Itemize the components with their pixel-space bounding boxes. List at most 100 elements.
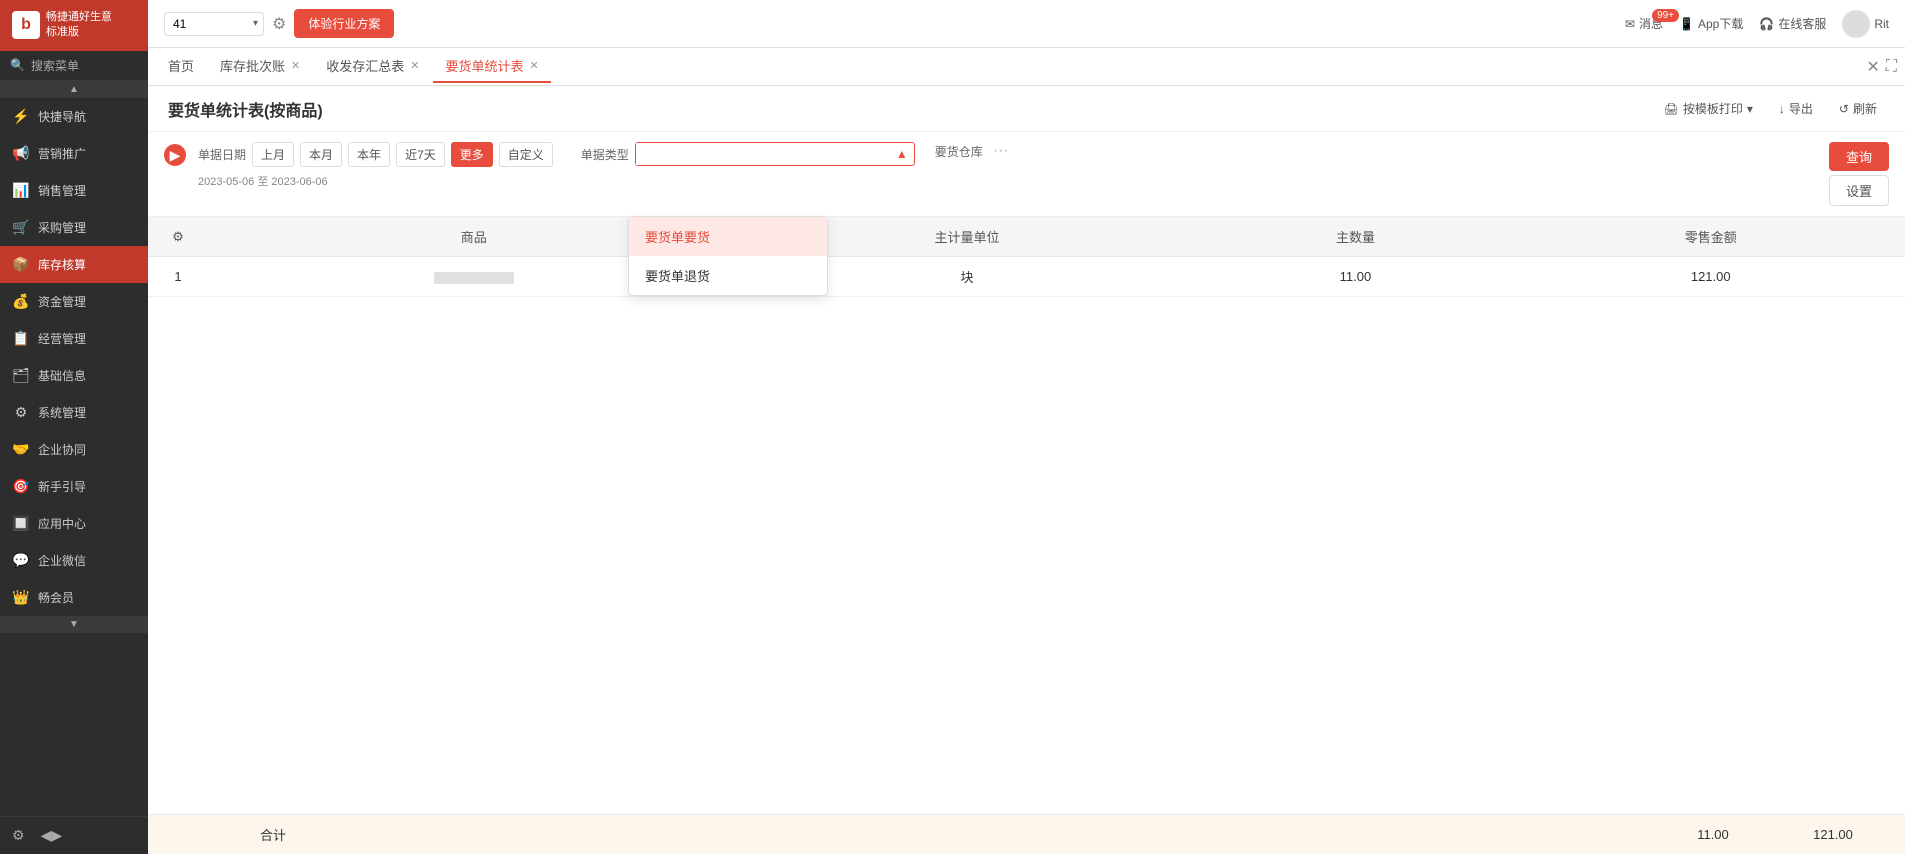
sidebar-item-guide[interactable]: 🎯 新手引导 — [0, 468, 148, 505]
sidebar-item-basic[interactable]: 🗂 基础信息 — [0, 357, 148, 394]
date-btn-this-year[interactable]: 本年 — [348, 142, 390, 167]
sidebar-item-label: 企业协同 — [38, 441, 86, 458]
tab-close-btn[interactable]: ✕ — [410, 59, 419, 72]
sales-icon: 📊 — [12, 182, 30, 199]
sidebar-item-label: 资金管理 — [38, 293, 86, 310]
sidebar-item-finance[interactable]: 💰 资金管理 — [0, 283, 148, 320]
app-download-label: App下载 — [1698, 15, 1743, 32]
online-service-item[interactable]: 🎧 在线客服 — [1759, 15, 1826, 32]
date-btn-this-month[interactable]: 本月 — [300, 142, 342, 167]
warehouse-more-btn[interactable]: ··· — [989, 142, 1013, 160]
query-btn[interactable]: 查询 — [1829, 142, 1889, 171]
marketing-icon: 📢 — [12, 145, 30, 162]
tab-close-btn[interactable]: ✕ — [291, 59, 300, 72]
topbar-right: ✉ 99+ 消息 📱 App下载 🎧 在线客服 Rit — [1625, 10, 1889, 38]
collapse-icon[interactable]: ◀▶ — [41, 827, 63, 844]
filter-expand-btn[interactable]: ▶ — [164, 144, 186, 166]
sidebar-item-inventory[interactable]: 📦 库存核算 — [0, 246, 148, 283]
cell-amount: 121.00 — [1516, 257, 1905, 297]
dropdown-item-order-return[interactable]: 要货单退货 — [629, 256, 827, 295]
table-container: ⚙ 商品 主计量单位 主数量 零售金额 1 块 — [148, 217, 1905, 814]
tab-receivable-summary[interactable]: 收发存汇总表 ✕ — [314, 50, 431, 83]
date-btn-last-7-days[interactable]: 近7天 — [396, 142, 445, 167]
tab-label: 收发存汇总表 — [326, 56, 404, 75]
content-area: 要货单统计表(按商品) 🖨 按模板打印 ▾ ↓ 导出 ↺ 刷新 ▶ — [148, 86, 1905, 854]
tab-label: 要货单统计表 — [445, 56, 523, 75]
sidebar-item-purchase[interactable]: 🛒 采购管理 — [0, 209, 148, 246]
app-download-item[interactable]: 📱 App下载 — [1679, 15, 1743, 32]
date-range-display: 2023-05-06 至 2023-06-06 — [198, 173, 553, 189]
refresh-btn[interactable]: ↺ 刷新 — [1831, 96, 1885, 121]
sidebar-item-system[interactable]: ⚙ 系统管理 — [0, 394, 148, 431]
online-service-label: 在线客服 — [1778, 15, 1826, 32]
footer-qty: 11.00 — [1653, 827, 1773, 842]
col-settings-icon[interactable]: ⚙ — [172, 229, 184, 244]
type-chevron-icon[interactable]: ▲ — [890, 143, 914, 165]
filter-type-row: 单据类型 ▲ — [581, 142, 915, 166]
filter-date-group: 单据日期 上月 本月 本年 近7天 更多 自定义 2023-05-06 至 20… — [198, 142, 553, 189]
dropdown-item-order-goods[interactable]: 要货单要货 — [629, 217, 827, 256]
app-download-icon: 📱 — [1679, 17, 1694, 31]
tab-home[interactable]: 首页 — [156, 50, 206, 83]
settings-btn[interactable]: 设置 — [1829, 175, 1889, 206]
sidebar-item-label: 库存核算 — [38, 256, 86, 273]
logo-text: 畅捷通好生意 标准版 — [46, 10, 112, 41]
print-chevron-icon: ▾ — [1747, 102, 1753, 116]
page-title: 要货单统计表(按商品) — [168, 97, 323, 121]
type-input[interactable] — [636, 143, 890, 165]
apps-icon: 🔲 — [12, 515, 30, 532]
sidebar-item-label: 采购管理 — [38, 219, 86, 236]
sidebar-item-wechat[interactable]: 💬 企业微信 — [0, 542, 148, 579]
sidebar-item-label: 畅会员 — [38, 589, 74, 606]
main-area: ▾ ⚙ 体验行业方案 ✉ 99+ 消息 📱 App下载 🎧 在线客服 Rit — [148, 0, 1905, 854]
sidebar-item-vip[interactable]: 👑 畅会员 — [0, 579, 148, 616]
user-item[interactable]: Rit — [1842, 10, 1889, 38]
type-dropdown: 要货单要货 要货单退货 — [628, 216, 828, 296]
sidebar-search[interactable]: 🔍 搜索菜单 — [0, 51, 148, 81]
print-template-btn[interactable]: 🖨 按模板打印 ▾ — [1656, 96, 1761, 121]
settings-icon[interactable]: ⚙ — [12, 827, 25, 844]
sidebar-item-label: 企业微信 — [38, 552, 86, 569]
company-select[interactable] — [164, 12, 264, 36]
print-label: 按模板打印 — [1683, 100, 1743, 117]
date-btn-last-month[interactable]: 上月 — [252, 142, 294, 167]
logo-icon: b — [12, 11, 40, 39]
sidebar-item-sales[interactable]: 📊 销售管理 — [0, 172, 148, 209]
sidebar-item-label: 应用中心 — [38, 515, 86, 532]
demo-btn[interactable]: 体验行业方案 — [294, 9, 394, 38]
tab-label: 首页 — [168, 56, 194, 75]
system-icon: ⚙ — [12, 404, 30, 421]
vip-icon: 👑 — [12, 589, 30, 606]
tabs-bar: 首页 库存批次账 ✕ 收发存汇总表 ✕ 要货单统计表 ✕ ✕ ⛶ — [148, 48, 1905, 86]
date-btn-more[interactable]: 更多 — [451, 142, 493, 167]
message-item[interactable]: ✉ 99+ 消息 — [1625, 15, 1663, 32]
tab-close-btn[interactable]: ✕ — [530, 59, 539, 72]
search-label: 搜索菜单 — [31, 57, 79, 74]
search-icon: 🔍 — [10, 58, 25, 72]
page-header: 要货单统计表(按商品) 🖨 按模板打印 ▾ ↓ 导出 ↺ 刷新 — [148, 86, 1905, 132]
inventory-icon: 📦 — [12, 256, 30, 273]
topbar: ▾ ⚙ 体验行业方案 ✉ 99+ 消息 📱 App下载 🎧 在线客服 Rit — [148, 0, 1905, 48]
tab-order-stats[interactable]: 要货单统计表 ✕ — [433, 50, 550, 83]
sidebar-item-marketing[interactable]: 📢 营销推广 — [0, 135, 148, 172]
export-btn[interactable]: ↓ 导出 — [1771, 96, 1821, 121]
sidebar-item-operations[interactable]: 📋 经营管理 — [0, 320, 148, 357]
sidebar-scroll-up[interactable]: ▲ — [0, 81, 148, 98]
sidebar: b 畅捷通好生意 标准版 🔍 搜索菜单 ▲ ⚡ 快捷导航 📢 营销推广 📊 销售… — [0, 0, 148, 854]
col-settings[interactable]: ⚙ — [148, 217, 208, 257]
tab-close-all-btn[interactable]: ✕ — [1866, 57, 1879, 77]
sidebar-item-enterprise[interactable]: 🤝 企业协同 — [0, 431, 148, 468]
sidebar-item-shortcuts[interactable]: ⚡ 快捷导航 — [0, 98, 148, 135]
topbar-gear-icon[interactable]: ⚙ — [272, 14, 286, 34]
sidebar-scroll-down[interactable]: ▼ — [0, 616, 148, 633]
tab-expand-btn[interactable]: ⛶ — [1886, 58, 1897, 76]
date-btn-custom[interactable]: 自定义 — [499, 142, 553, 167]
tab-inventory-batch[interactable]: 库存批次账 ✕ — [208, 50, 312, 83]
sidebar-item-apps[interactable]: 🔲 应用中心 — [0, 505, 148, 542]
topbar-select-wrap: ▾ — [164, 12, 264, 36]
table-footer: 合计 11.00 121.00 — [148, 814, 1905, 854]
footer-label: 合计 — [220, 825, 326, 844]
product-placeholder — [434, 272, 514, 284]
basic-icon: 🗂 — [12, 367, 30, 384]
purchase-icon: 🛒 — [12, 219, 30, 236]
